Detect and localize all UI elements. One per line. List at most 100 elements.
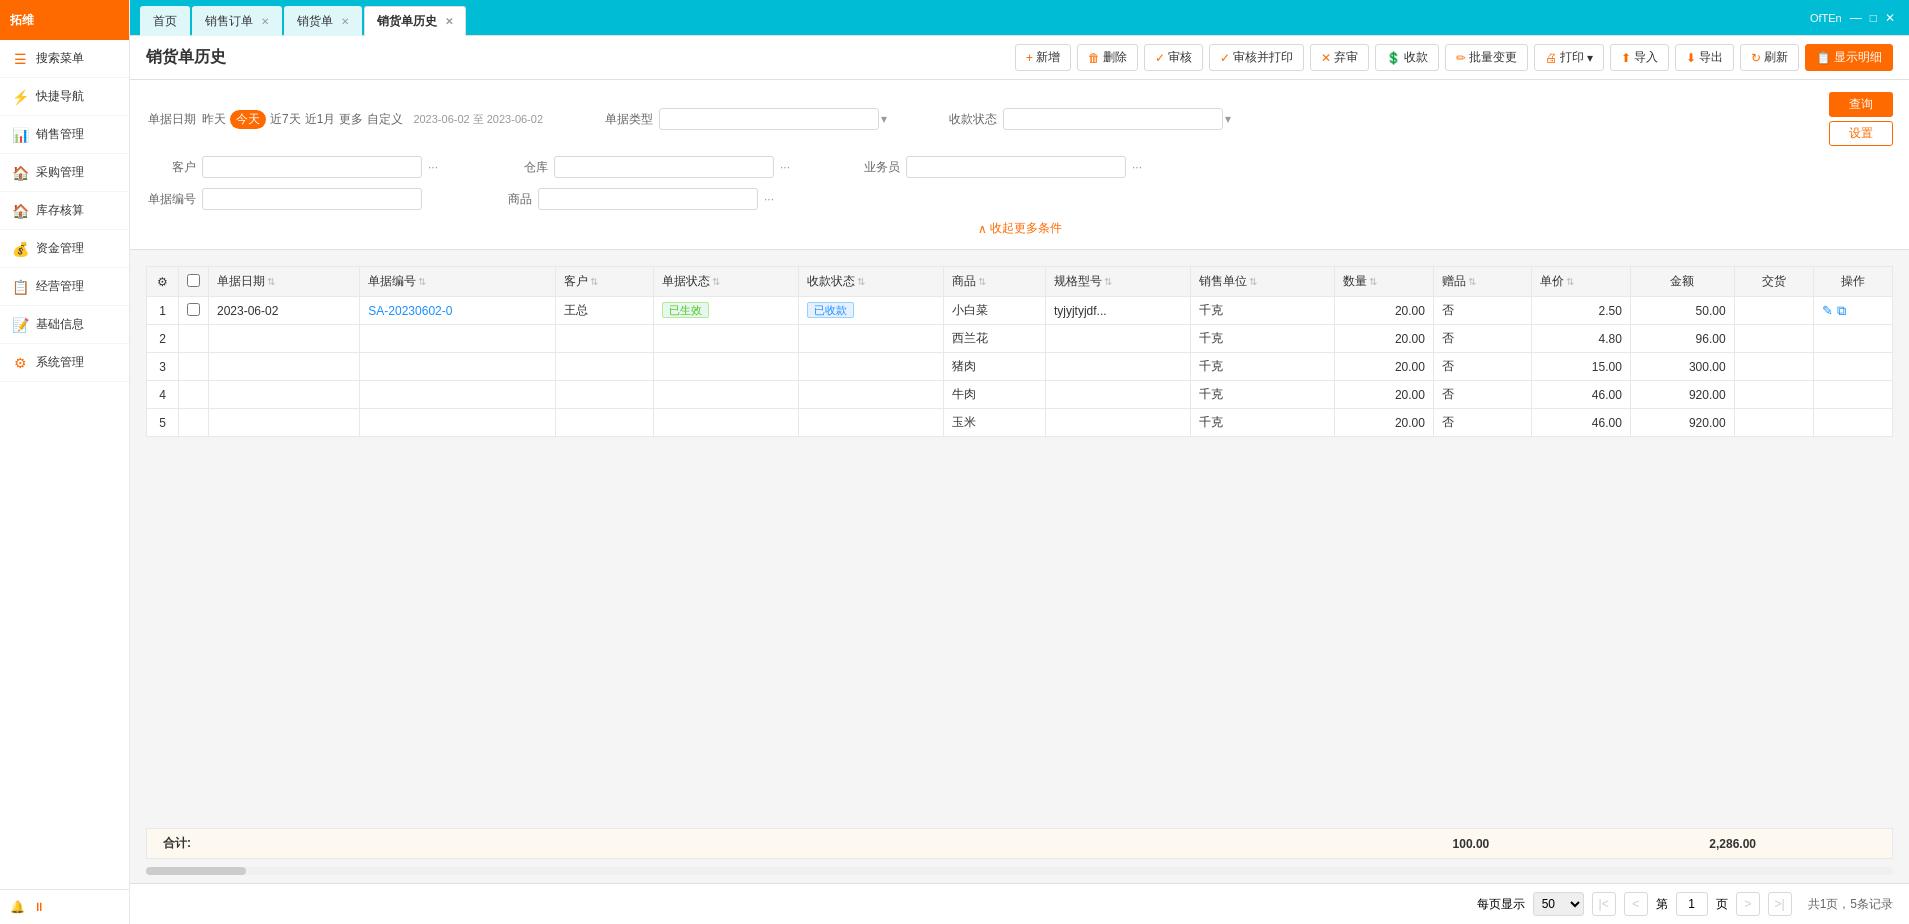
col-qty[interactable]: 数量⇅ [1335,267,1433,297]
customer-label: 客户 [146,159,196,176]
scrollbar-thumb[interactable] [146,867,246,875]
sidebar-item-label: 经营管理 [36,278,84,295]
collect-status-input[interactable] [1003,108,1223,130]
window-maximize-icon[interactable]: □ [1870,11,1877,25]
tab-sales-order[interactable]: 销售订单 ✕ [192,6,282,36]
doc-no-label: 单据编号 [146,191,196,208]
tab-sales-history[interactable]: 销货单历史 ✕ [364,6,466,36]
sidebar-item-label: 基础信息 [36,316,84,333]
show-detail-button[interactable]: 📋 显示明细 [1805,44,1893,71]
tab-close-icon[interactable]: ✕ [261,16,269,27]
sidebar-item-basic-info[interactable]: 📝 基础信息 [0,306,129,344]
query-button[interactable]: 查询 [1829,92,1893,117]
collect-status-dropdown-icon[interactable]: ▾ [1225,112,1231,126]
window-minimize-icon[interactable]: — [1850,11,1862,25]
table-body: 1 2023-06-02 SA-20230602-0 王总 已生效 已收款 小白… [147,297,1893,437]
shortcut-last7days[interactable]: 近7天 [270,111,301,128]
col-spec[interactable]: 规格型号⇅ [1045,267,1190,297]
col-customer[interactable]: 客户⇅ [555,267,653,297]
total-amount: 2,286.00 [1709,837,1756,851]
sidebar-item-stock-calc[interactable]: 🏠 库存核算 [0,192,129,230]
collapse-button[interactable]: ∧ 收起更多条件 [978,220,1062,237]
tab-sales-history-label: 销货单历史 [377,13,437,30]
col-price[interactable]: 单价⇅ [1532,267,1630,297]
salesperson-input[interactable] [906,156,1126,178]
audit-print-button[interactable]: ✓ 审核并打印 [1209,44,1304,71]
doc-type-input[interactable] [659,108,879,130]
prev-page-button[interactable]: < [1624,892,1648,916]
collect-button[interactable]: 💲 收款 [1375,44,1439,71]
copy-action-icon[interactable]: ⧉ [1837,303,1846,319]
cell-doc-status [653,381,798,409]
col-goods[interactable]: 商品⇅ [943,267,1045,297]
shortcut-custom[interactable]: 自定义 [367,111,403,128]
data-table: ⚙ 单据日期⇅ 单据编号⇅ 客户⇅ 单据状态⇅ 收款状态⇅ 商品⇅ 规格型号⇅ … [146,266,1893,437]
col-unit[interactable]: 销售单位⇅ [1190,267,1335,297]
per-page-select[interactable]: 50 10 20 100 [1533,892,1584,916]
salesperson-dots[interactable]: ··· [1132,160,1142,174]
sidebar-item-finance-mgmt[interactable]: 💰 资金管理 [0,230,129,268]
pause-icon[interactable]: ⏸ [33,900,45,914]
first-page-button[interactable]: |< [1592,892,1616,916]
tab-sales-goods[interactable]: 销货单 ✕ [284,6,362,36]
last-page-button[interactable]: >| [1768,892,1792,916]
doc-no-link[interactable]: SA-20230602-0 [368,304,452,318]
col-date[interactable]: 单据日期⇅ [209,267,360,297]
doc-type-dropdown-icon[interactable]: ▾ [881,112,887,126]
sidebar-item-label: 快捷导航 [36,88,84,105]
col-transaction: 交货 [1734,267,1813,297]
print-button[interactable]: 🖨 打印 ▾ [1534,44,1604,71]
goods-input[interactable] [538,188,758,210]
cell-collect-status [798,325,943,353]
col-doc-no[interactable]: 单据编号⇅ [360,267,555,297]
sidebar-item-purchase-mgmt[interactable]: 🏠 采购管理 [0,154,129,192]
col-gift[interactable]: 赠品⇅ [1433,267,1531,297]
row-checkbox[interactable] [187,303,200,316]
warehouse-input[interactable] [554,156,774,178]
sidebar-item-search-menu[interactable]: ☰ 搜索菜单 [0,40,129,78]
sidebar-item-ops-mgmt[interactable]: 📋 经营管理 [0,268,129,306]
tab-home[interactable]: 首页 [140,6,190,36]
customer-dots[interactable]: ··· [428,160,438,174]
cell-price: 15.00 [1532,353,1630,381]
batch-change-button[interactable]: ✏ 批量变更 [1445,44,1528,71]
cell-transaction [1734,297,1813,325]
settings-button[interactable]: 设置 [1829,121,1893,146]
cell-amount: 50.00 [1630,297,1734,325]
sidebar-item-sys-mgmt[interactable]: ⚙ 系统管理 [0,344,129,382]
sidebar-item-quick-nav[interactable]: ⚡ 快捷导航 [0,78,129,116]
select-all-checkbox[interactable] [187,274,200,287]
window-close-icon[interactable]: ✕ [1885,11,1895,25]
scroll-track [130,859,1909,883]
col-doc-status[interactable]: 单据状态⇅ [653,267,798,297]
tab-close-icon[interactable]: ✕ [341,16,349,27]
total-qty: 100.00 [1453,837,1490,851]
shortcut-more[interactable]: 更多 [339,111,363,128]
toolbar: + 新增 🗑 删除 ✓ 审核 ✓ 审核并打印 ✕ 弃审 💲 收款 [1015,44,1893,71]
audit-button[interactable]: ✓ 审核 [1144,44,1203,71]
add-button[interactable]: + 新增 [1015,44,1071,71]
col-collect-status[interactable]: 收款状态⇅ [798,267,943,297]
horizontal-scrollbar[interactable] [146,867,1893,875]
import-button[interactable]: ⬆ 导入 [1610,44,1669,71]
export-icon: ⬇ [1686,51,1696,65]
page-number-input[interactable] [1676,892,1708,916]
export-button[interactable]: ⬇ 导出 [1675,44,1734,71]
shortcut-today[interactable]: 今天 [230,110,266,129]
shortcut-yesterday[interactable]: 昨天 [202,111,226,128]
warehouse-dots[interactable]: ··· [780,160,790,174]
notification-icon[interactable]: 🔔 [10,900,25,914]
col-settings[interactable]: ⚙ [147,267,179,297]
tab-close-icon[interactable]: ✕ [445,16,453,27]
abandon-button[interactable]: ✕ 弃审 [1310,44,1369,71]
customer-input[interactable] [202,156,422,178]
next-page-button[interactable]: > [1736,892,1760,916]
cell-date [209,409,360,437]
sidebar-item-sales-mgmt[interactable]: 📊 销售管理 [0,116,129,154]
shortcut-last1month[interactable]: 近1月 [305,111,336,128]
delete-button[interactable]: 🗑 删除 [1077,44,1138,71]
doc-no-input[interactable] [202,188,422,210]
goods-dots[interactable]: ··· [764,192,774,206]
edit-action-icon[interactable]: ✎ [1822,303,1833,319]
refresh-button[interactable]: ↻ 刷新 [1740,44,1799,71]
